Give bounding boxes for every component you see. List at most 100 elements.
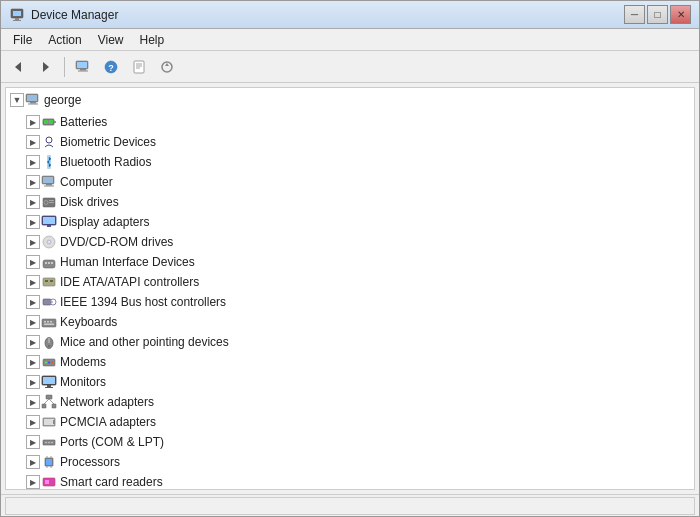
svg-rect-65 — [43, 377, 55, 384]
help-button[interactable]: ? — [98, 55, 124, 79]
expand-btn-11[interactable]: ▶ — [26, 335, 40, 349]
item-label-11: Mice and other pointing devices — [60, 335, 229, 349]
expand-btn-4[interactable]: ▶ — [26, 195, 40, 209]
device-tree[interactable]: ▼ george ▶Batteries▶Biometric Devices▶Bl… — [5, 87, 695, 490]
tree-item-13[interactable]: ▶Monitors — [6, 372, 694, 392]
tree-item-16[interactable]: ▶Ports (COM & LPT) — [6, 432, 694, 452]
item-label-6: DVD/CD-ROM drives — [60, 235, 173, 249]
properties-button[interactable] — [126, 55, 152, 79]
expand-btn-16[interactable]: ▶ — [26, 435, 40, 449]
toolbar: ? — [1, 51, 699, 83]
svg-rect-38 — [47, 225, 51, 227]
svg-rect-7 — [77, 62, 87, 68]
svg-line-72 — [49, 399, 54, 404]
device-icon-16 — [41, 434, 57, 450]
device-icon-11 — [41, 334, 57, 350]
tree-item-4[interactable]: ▶ Disk drives — [6, 192, 694, 212]
item-label-7: Human Interface Devices — [60, 255, 195, 269]
item-label-10: Keyboards — [60, 315, 117, 329]
expand-btn-17[interactable]: ▶ — [26, 455, 40, 469]
svg-point-41 — [48, 241, 50, 243]
svg-rect-25 — [49, 120, 53, 124]
tree-item-6[interactable]: ▶ DVD/CD-ROM drives — [6, 232, 694, 252]
device-icon-2 — [41, 154, 57, 170]
svg-rect-74 — [44, 419, 54, 425]
expand-btn-2[interactable]: ▶ — [26, 155, 40, 169]
tree-item-15[interactable]: ▶PCMCIA adapters — [6, 412, 694, 432]
expand-btn-8[interactable]: ▶ — [26, 275, 40, 289]
svg-point-62 — [48, 362, 50, 364]
item-label-9: IEEE 1394 Bus host controllers — [60, 295, 226, 309]
tree-item-18[interactable]: ▶Smart card readers — [6, 472, 694, 490]
computer-icon-button[interactable] — [70, 55, 96, 79]
expand-btn-10[interactable]: ▶ — [26, 315, 40, 329]
tree-item-9[interactable]: ▶ IEEE 1394 Bus host controllers — [6, 292, 694, 312]
forward-button[interactable] — [33, 55, 59, 79]
tree-item-8[interactable]: ▶IDE ATA/ATAPI controllers — [6, 272, 694, 292]
title-icon — [9, 7, 25, 23]
menu-file[interactable]: File — [5, 31, 40, 49]
expand-btn-7[interactable]: ▶ — [26, 255, 40, 269]
expand-btn-12[interactable]: ▶ — [26, 355, 40, 369]
svg-rect-70 — [52, 404, 56, 408]
tree-item-11[interactable]: ▶ Mice and other pointing devices — [6, 332, 694, 352]
svg-rect-30 — [46, 184, 52, 186]
svg-rect-19 — [27, 95, 37, 101]
device-icon-10 — [41, 314, 57, 330]
tree-item-17[interactable]: ▶ Processors — [6, 452, 694, 472]
expand-btn-14[interactable]: ▶ — [26, 395, 40, 409]
svg-rect-47 — [45, 280, 48, 282]
tree-item-3[interactable]: ▶ Computer — [6, 172, 694, 192]
expand-btn-18[interactable]: ▶ — [26, 475, 40, 489]
expand-btn-9[interactable]: ▶ — [26, 295, 40, 309]
tree-item-root[interactable]: ▼ george — [6, 90, 694, 110]
tree-item-0[interactable]: ▶Batteries — [6, 112, 694, 132]
expand-btn-5[interactable]: ▶ — [26, 215, 40, 229]
menu-action[interactable]: Action — [40, 31, 89, 49]
item-label-2: Bluetooth Radios — [60, 155, 151, 169]
status-panel — [5, 497, 695, 515]
toolbar-separator-1 — [64, 57, 65, 77]
svg-rect-43 — [45, 262, 47, 264]
item-label-14: Network adapters — [60, 395, 154, 409]
tree-item-5[interactable]: ▶ Display adapters — [6, 212, 694, 232]
device-icon-3 — [41, 174, 57, 190]
device-icon-6 — [41, 234, 57, 250]
expand-btn-13[interactable]: ▶ — [26, 375, 40, 389]
svg-rect-67 — [45, 387, 53, 388]
device-icon-4 — [41, 194, 57, 210]
tree-item-2[interactable]: ▶ Bluetooth Radios — [6, 152, 694, 172]
update-driver-button[interactable] — [154, 55, 180, 79]
tree-item-7[interactable]: ▶ Human Interface Devices — [6, 252, 694, 272]
device-icon-7 — [41, 254, 57, 270]
item-label-5: Display adapters — [60, 215, 149, 229]
close-button[interactable]: ✕ — [670, 5, 691, 24]
expand-btn-6[interactable]: ▶ — [26, 235, 40, 249]
title-bar: Device Manager ─ □ ✕ — [1, 1, 699, 29]
tree-item-10[interactable]: ▶ Keyboards — [6, 312, 694, 332]
minimize-button[interactable]: ─ — [624, 5, 645, 24]
tree-item-14[interactable]: ▶ Network adapters — [6, 392, 694, 412]
expand-btn-3[interactable]: ▶ — [26, 175, 40, 189]
tree-item-1[interactable]: ▶Biometric Devices — [6, 132, 694, 152]
svg-text:?: ? — [108, 63, 114, 73]
item-label-17: Processors — [60, 455, 120, 469]
expand-btn-1[interactable]: ▶ — [26, 135, 40, 149]
expand-btn-0[interactable]: ▶ — [26, 115, 40, 129]
svg-rect-45 — [51, 262, 53, 264]
svg-rect-21 — [28, 104, 38, 105]
device-icon-14 — [41, 394, 57, 410]
item-label-3: Computer — [60, 175, 113, 189]
svg-rect-8 — [80, 69, 86, 71]
back-button[interactable] — [5, 55, 31, 79]
expand-george[interactable]: ▼ — [10, 93, 24, 107]
tree-item-12[interactable]: ▶Modems — [6, 352, 694, 372]
svg-rect-66 — [47, 385, 51, 387]
menu-view[interactable]: View — [90, 31, 132, 49]
expand-btn-15[interactable]: ▶ — [26, 415, 40, 429]
maximize-button[interactable]: □ — [647, 5, 668, 24]
svg-marker-4 — [15, 62, 21, 72]
device-icon-9 — [41, 294, 57, 310]
menu-help[interactable]: Help — [132, 31, 173, 49]
item-label-4: Disk drives — [60, 195, 119, 209]
